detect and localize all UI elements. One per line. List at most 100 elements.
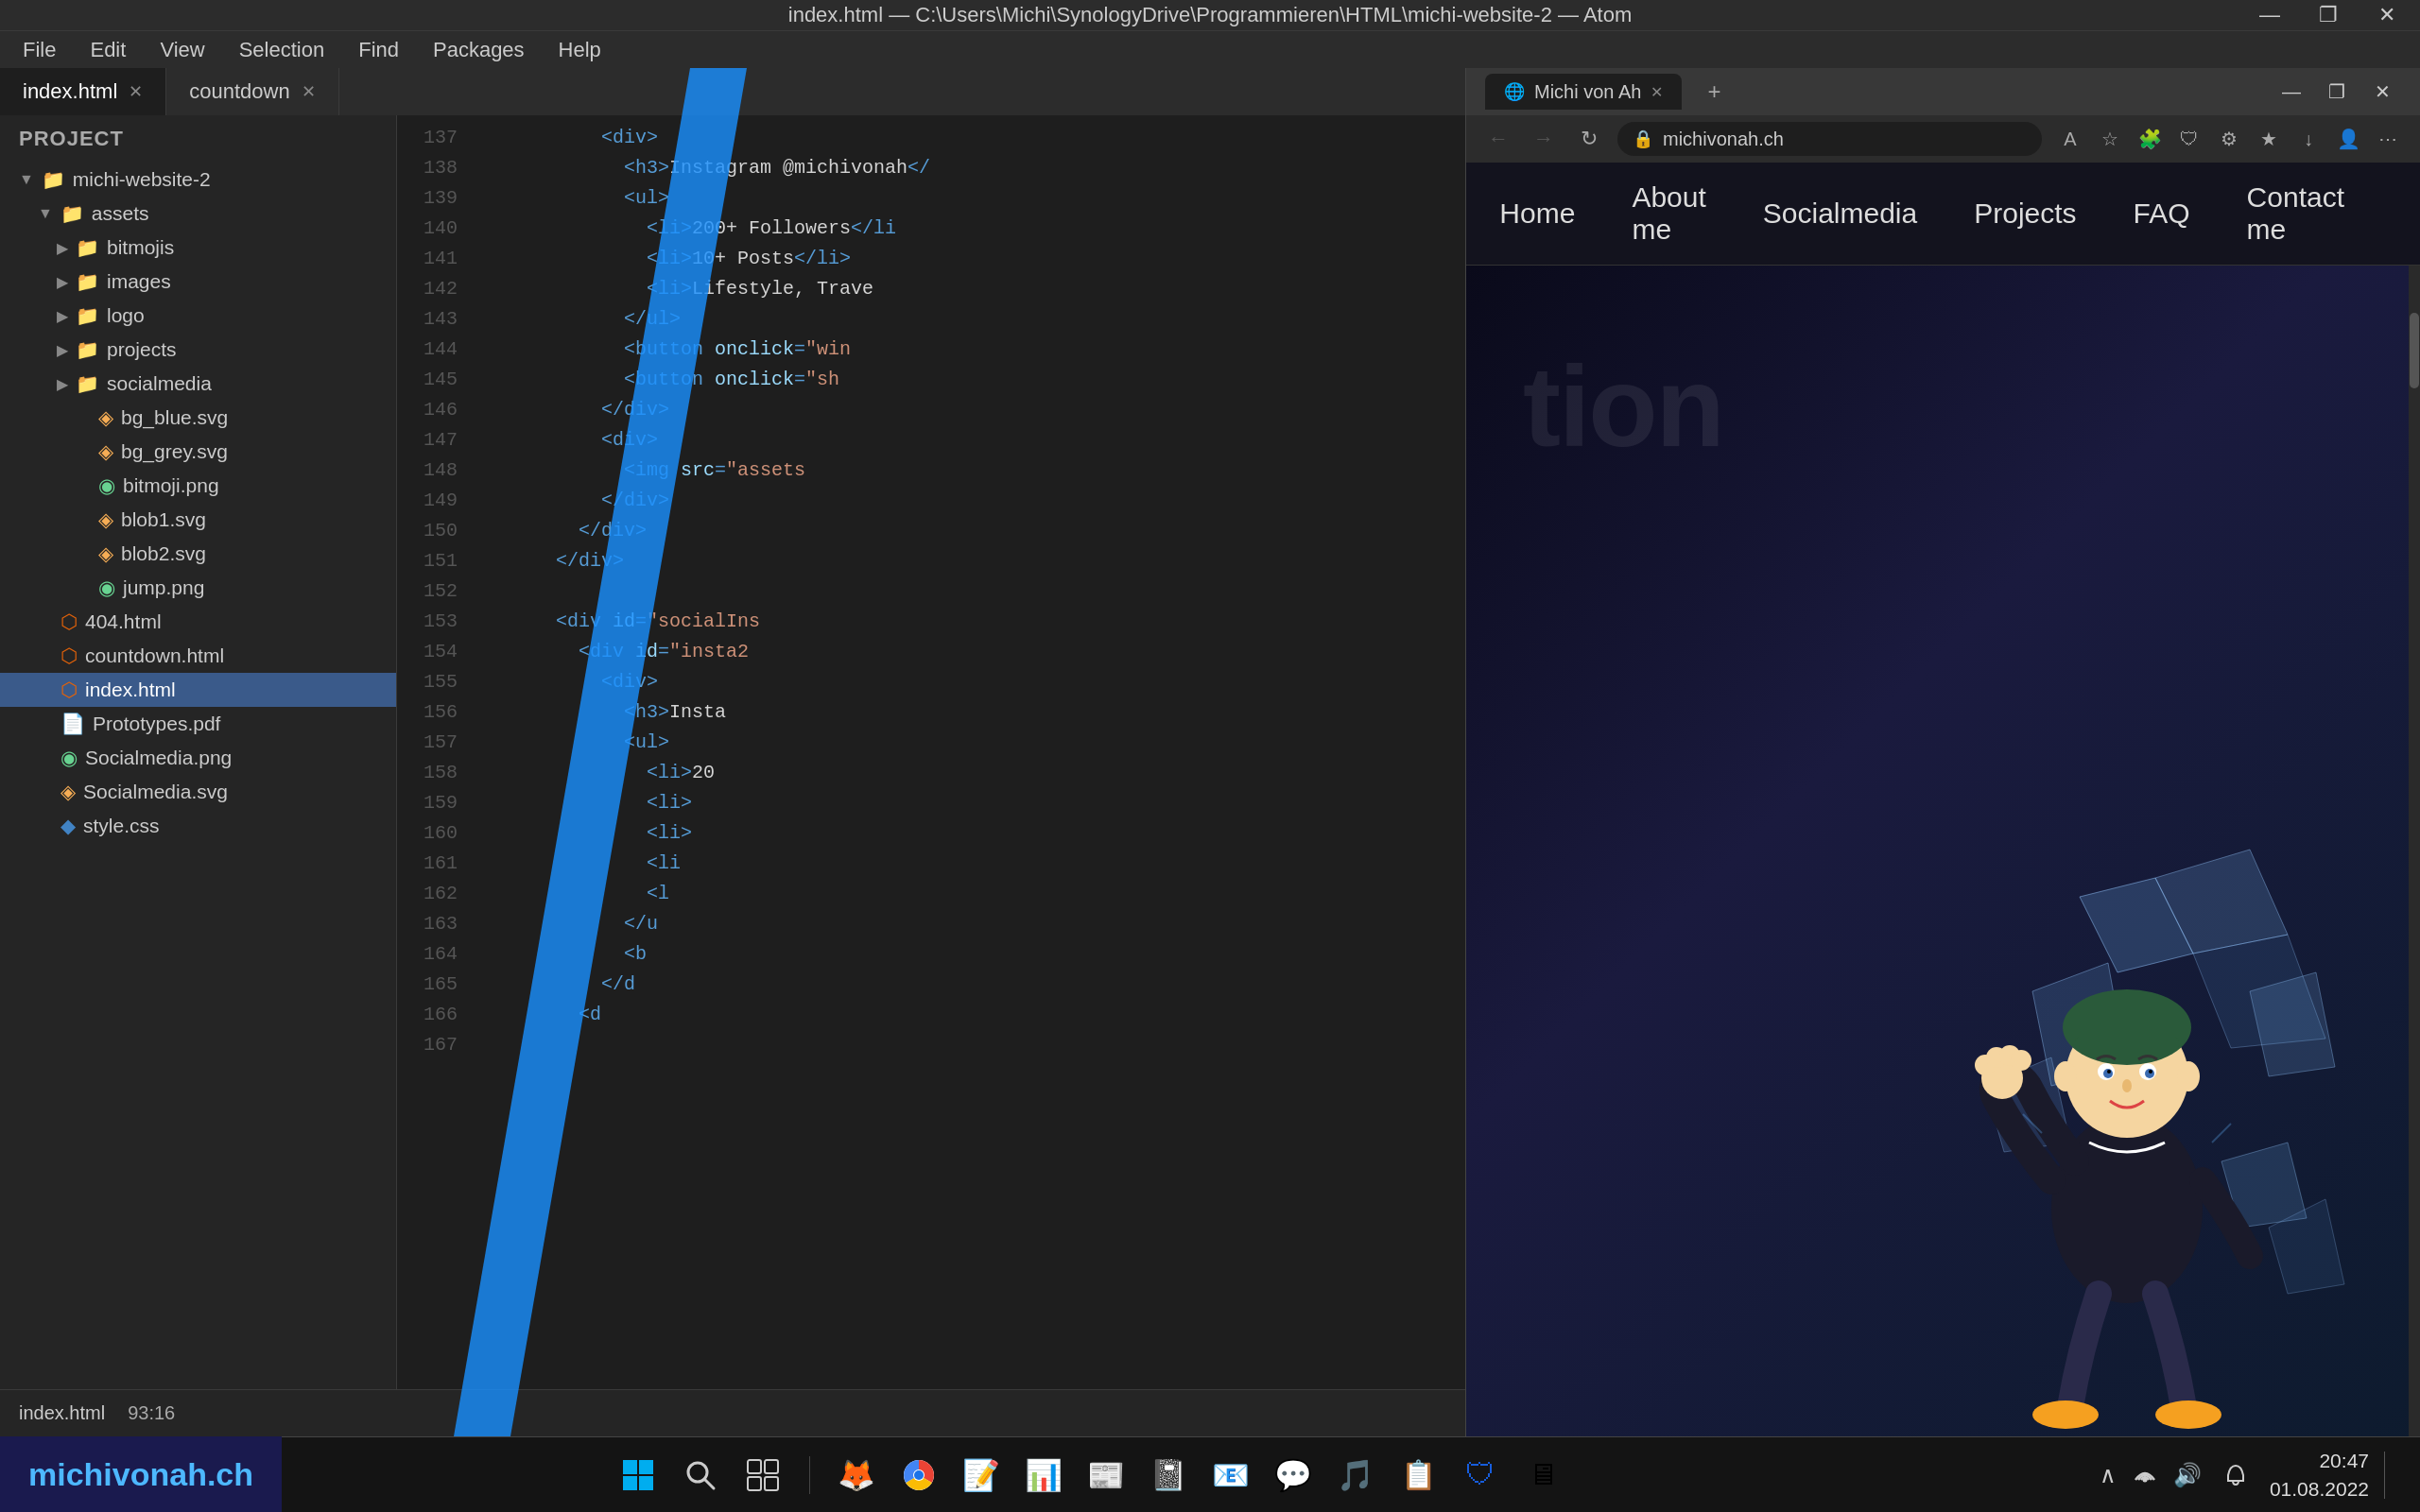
forward-button[interactable]: → <box>1527 122 1561 156</box>
tab-index-close[interactable]: ✕ <box>129 81 143 102</box>
countdown-html-icon: ⬡ <box>60 644 78 667</box>
browser-tab-close[interactable]: ✕ <box>1651 83 1663 101</box>
site-logo: michivonah.ch <box>0 1436 282 1512</box>
tree-prototypes-pdf[interactable]: 📄 Prototypes.pdf <box>0 707 396 741</box>
tree-countdown-html[interactable]: ⬡ countdown.html <box>0 639 396 673</box>
tree-root-label: michi-website-2 <box>73 168 211 191</box>
spotify-taskbar-icon[interactable]: 🎵 <box>1332 1452 1379 1499</box>
images-icon: 📁 <box>76 270 99 293</box>
onenote-taskbar-icon[interactable]: 📓 <box>1145 1452 1192 1499</box>
tree-blob1[interactable]: ◈ blob1.svg <box>0 503 396 537</box>
star-icon[interactable]: ★ <box>2252 122 2286 156</box>
editor-sidebar-split: Project ▼ 📁 michi-website-2 ▼ 📁 assets <box>0 115 1465 1389</box>
firefox-taskbar-icon[interactable]: 🦊 <box>833 1452 880 1499</box>
tree-404-html[interactable]: ⬡ 404.html <box>0 605 396 639</box>
tray-network[interactable] <box>2132 1459 2158 1491</box>
browser-active-tab[interactable]: 🌐 Michi von Ah ✕ <box>1485 74 1682 110</box>
chrome-taskbar-icon[interactable] <box>895 1452 942 1499</box>
browser-maximize[interactable]: ❐ <box>2318 77 2356 107</box>
tree-style-css[interactable]: ◆ style.css <box>0 809 396 843</box>
menu-view[interactable]: View <box>145 34 219 66</box>
blob1-icon: ◈ <box>98 508 113 531</box>
tree-bg-blue[interactable]: ◈ bg_blue.svg <box>0 401 396 435</box>
nav-about[interactable]: About me <box>1632 181 1705 246</box>
close-button[interactable]: ✕ <box>2365 0 2409 30</box>
new-tab-button[interactable]: + <box>1697 75 1731 109</box>
tab-countdown-close[interactable]: ✕ <box>302 81 316 102</box>
profile-icon[interactable]: 👤 <box>2331 122 2365 156</box>
code-editor[interactable]: 137138139140 141142143144 145146147148 1… <box>397 115 1465 1389</box>
more-icon[interactable]: ⋯ <box>2371 122 2405 156</box>
translate-icon[interactable]: A <box>2053 122 2087 156</box>
nav-projects[interactable]: Projects <box>1974 198 2076 230</box>
bitwarden-taskbar-icon[interactable]: 🛡 <box>1457 1452 1504 1499</box>
tree-blob2[interactable]: ◈ blob2.svg <box>0 537 396 571</box>
menu-edit[interactable]: Edit <box>75 34 141 66</box>
nav-socialmedia[interactable]: Socialmedia <box>1763 198 1917 230</box>
prototypes-pdf-label: Prototypes.pdf <box>93 713 220 735</box>
tree-socialmedia-folder[interactable]: ▶ 📁 socialmedia <box>0 367 396 401</box>
prototypes-pdf-icon: 📄 <box>60 713 85 735</box>
extension-icon[interactable]: 🧩 <box>2133 122 2167 156</box>
tree-bitmojis-folder[interactable]: ▶ 📁 bitmojis <box>0 231 396 265</box>
taskbar-center-icons: 🦊 📝 📊 📰 📓 📧 <box>614 1452 1566 1499</box>
tab-countdown[interactable]: countdown ✕ <box>166 68 338 115</box>
back-button[interactable]: ← <box>1481 122 1515 156</box>
system-clock[interactable]: 20:47 01.08.2022 <box>2270 1447 2369 1503</box>
settings-icon[interactable]: ⚙ <box>2212 122 2246 156</box>
minimize-button[interactable]: — <box>2248 0 2291 30</box>
notification-icon[interactable] <box>2217 1456 2255 1494</box>
notion-taskbar-icon[interactable]: 📋 <box>1394 1452 1442 1499</box>
tree-logo-folder[interactable]: ▶ 📁 logo <box>0 299 396 333</box>
nav-contact[interactable]: Contact me <box>2247 181 2344 246</box>
svg-rect-41 <box>765 1477 778 1490</box>
tray-volume[interactable]: 🔊 <box>2173 1462 2202 1488</box>
tree-projects-folder[interactable]: ▶ 📁 projects <box>0 333 396 367</box>
nav-faq[interactable]: FAQ <box>2134 198 2190 230</box>
browser-close[interactable]: ✕ <box>2363 77 2401 107</box>
tree-images-folder[interactable]: ▶ 📁 images <box>0 265 396 299</box>
jump-png-icon: ◉ <box>98 576 115 599</box>
tree-socialmedia-png[interactable]: ◉ Socialmedia.png <box>0 741 396 775</box>
website-content: Home About me Socialmedia Projects FAQ C… <box>1466 163 2420 1436</box>
word-taskbar-icon[interactable]: 📝 <box>958 1452 1005 1499</box>
windows-start-button[interactable] <box>614 1452 662 1499</box>
tree-bitmoji-png[interactable]: ◉ bitmoji.png <box>0 469 396 503</box>
address-bar[interactable]: 🔒 michivonah.ch <box>1617 122 2042 156</box>
menu-find[interactable]: Find <box>343 34 414 66</box>
tray-arrow[interactable]: ∧ <box>2100 1462 2117 1488</box>
nav-home[interactable]: Home <box>1499 198 1575 230</box>
menu-file[interactable]: File <box>8 34 71 66</box>
teams-taskbar-icon[interactable]: 💬 <box>1270 1452 1317 1499</box>
task-view-button[interactable] <box>739 1452 786 1499</box>
svg-point-20 <box>2122 1079 2132 1092</box>
browser-scrollbar[interactable] <box>2409 266 2420 1436</box>
shield-icon[interactable]: 🛡 <box>2172 122 2206 156</box>
atom-statusbar: index.html 93:16 <box>0 1389 1465 1436</box>
socialmedia-folder-icon: 📁 <box>76 372 99 395</box>
outlook-taskbar-icon[interactable]: 📧 <box>1207 1452 1254 1499</box>
maximize-button[interactable]: ❐ <box>2307 0 2350 30</box>
socialmedia-svg-icon: ◈ <box>60 781 76 803</box>
other-app-icon[interactable]: 🖥 <box>1519 1452 1566 1499</box>
tree-root[interactable]: ▼ 📁 michi-website-2 <box>0 163 396 197</box>
reload-button[interactable]: ↻ <box>1572 122 1606 156</box>
powerpoint-taskbar-icon[interactable]: 📰 <box>1082 1452 1130 1499</box>
tree-jump-png[interactable]: ◉ jump.png <box>0 571 396 605</box>
show-desktop-button[interactable] <box>2384 1452 2392 1499</box>
tab-index-html[interactable]: index.html ✕ <box>0 68 166 115</box>
browser-minimize[interactable]: — <box>2273 77 2310 107</box>
tree-socialmedia-svg[interactable]: ◈ Socialmedia.svg <box>0 775 396 809</box>
taskbar-search-button[interactable] <box>677 1452 724 1499</box>
favorites-icon[interactable]: ☆ <box>2093 122 2127 156</box>
download-icon[interactable]: ↓ <box>2291 122 2325 156</box>
tree-bg-grey[interactable]: ◈ bg_grey.svg <box>0 435 396 469</box>
menu-selection[interactable]: Selection <box>224 34 340 66</box>
tree-assets-folder[interactable]: ▼ 📁 assets <box>0 197 396 231</box>
svg-point-18 <box>2107 1070 2111 1074</box>
menu-help[interactable]: Help <box>544 34 616 66</box>
excel-taskbar-icon[interactable]: 📊 <box>1020 1452 1067 1499</box>
menu-packages[interactable]: Packages <box>418 34 540 66</box>
bitmojis-chevron: ▶ <box>57 239 68 257</box>
tree-index-html[interactable]: ⬡ index.html <box>0 673 396 707</box>
